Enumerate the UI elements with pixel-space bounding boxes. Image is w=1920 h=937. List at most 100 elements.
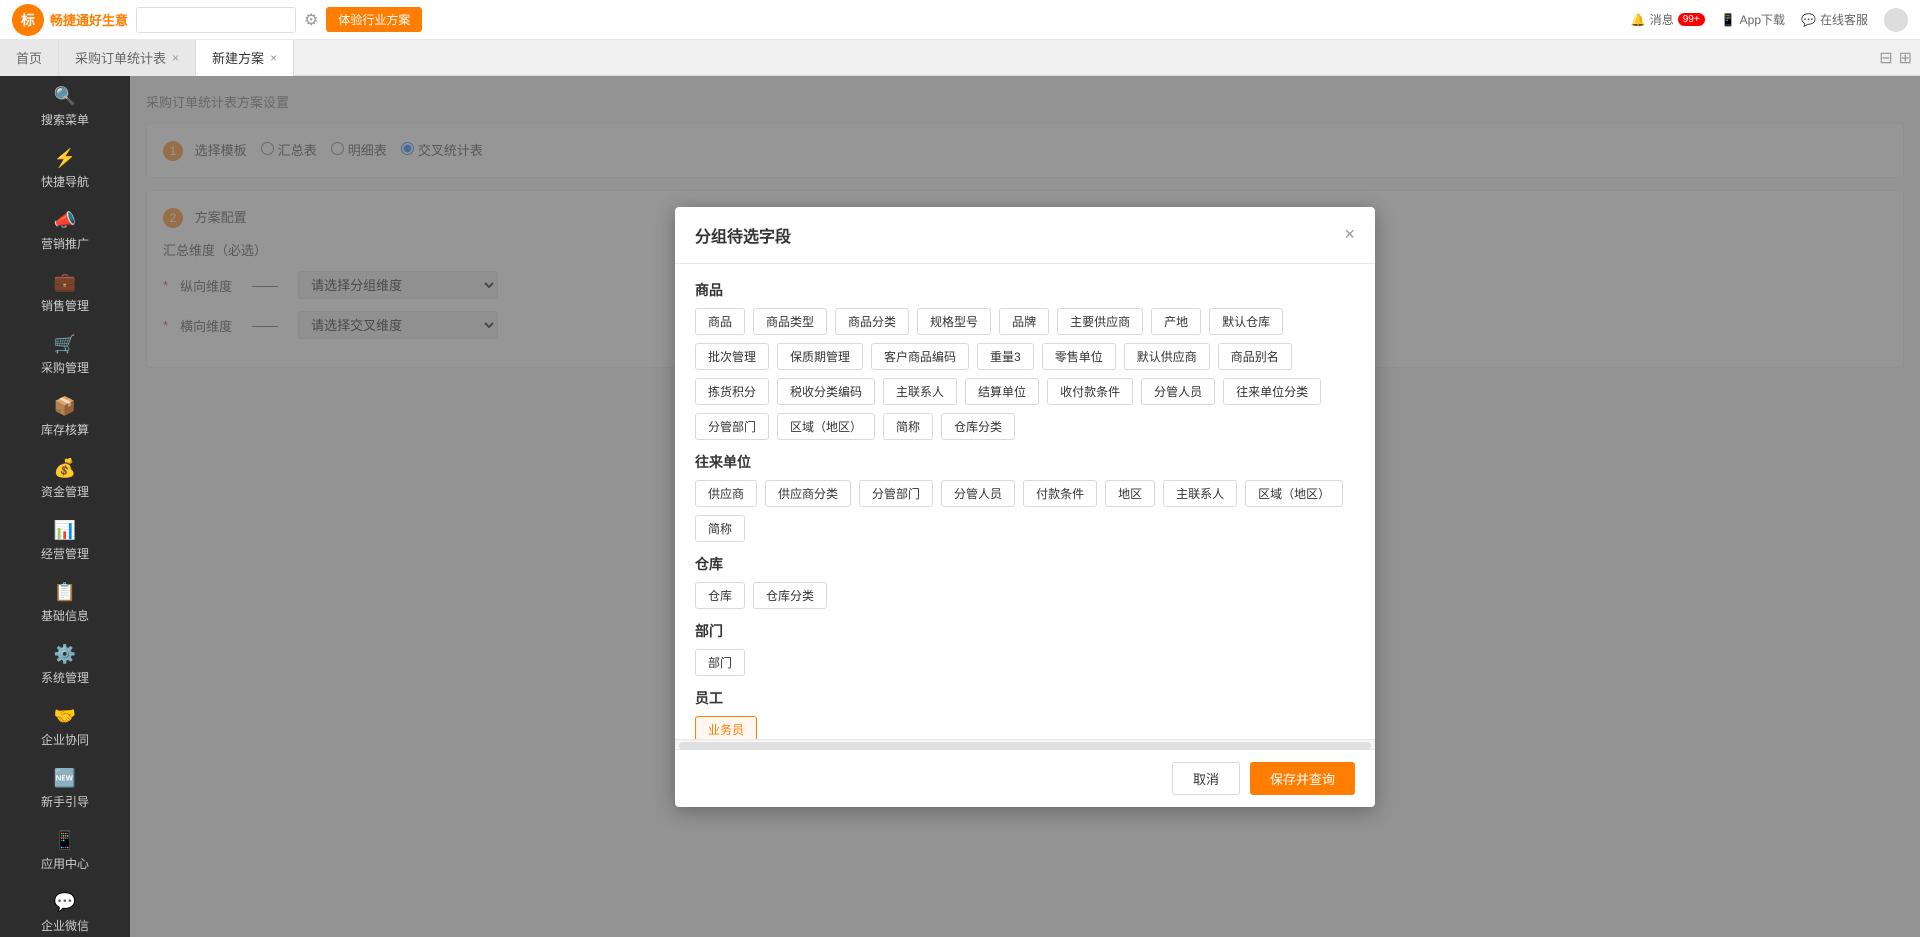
guide-icon: 🆕 (54, 768, 76, 789)
message-item[interactable]: 🔔 消息 99+ (1631, 11, 1705, 28)
section-title-partner: 往来单位 (695, 452, 1355, 472)
sidebar-item-search[interactable]: 🔍 搜索菜单 (0, 76, 130, 138)
service-icon: 💬 (1801, 13, 1816, 27)
tab-collapse-icon[interactable]: ⊟ (1879, 48, 1892, 68)
sidebar-item-app-center[interactable]: 📱 应用中心 (0, 820, 130, 882)
field-tag[interactable]: 供应商分类 (765, 480, 851, 507)
field-tag[interactable]: 重量3 (977, 343, 1034, 370)
tab-purchase-close-icon[interactable]: × (172, 51, 179, 65)
fields-grid-product: 商品 商品类型 商品分类 规格型号 品牌 主要供应商 产地 默认仓库 批次管理 … (695, 308, 1355, 440)
sidebar-item-management[interactable]: 📊 经营管理 (0, 510, 130, 572)
sidebar-label-marketing: 营销推广 (41, 235, 89, 252)
section-title-dept: 部门 (695, 621, 1355, 641)
field-tag-salesman[interactable]: 业务员 (695, 716, 757, 740)
sidebar-label-app-center: 应用中心 (41, 855, 89, 872)
wechat-icon: 💬 (54, 892, 76, 913)
field-tag[interactable]: 简称 (883, 413, 933, 440)
dialog-cancel-button[interactable]: 取消 (1172, 762, 1240, 795)
sidebar-label-quick-nav: 快捷导航 (41, 173, 89, 190)
sidebar-item-inventory[interactable]: 📦 库存核算 (0, 386, 130, 448)
field-tag[interactable]: 分管人员 (941, 480, 1015, 507)
field-tag[interactable]: 批次管理 (695, 343, 769, 370)
sidebar-item-enterprise[interactable]: 🤝 企业协同 (0, 696, 130, 758)
field-tag[interactable]: 往来单位分类 (1223, 378, 1321, 405)
user-avatar[interactable] (1884, 8, 1908, 32)
management-icon: 📊 (54, 520, 76, 541)
field-tag[interactable]: 仓库 (695, 582, 745, 609)
field-tag[interactable]: 零售单位 (1042, 343, 1116, 370)
field-tag[interactable]: 供应商 (695, 480, 757, 507)
experience-btn[interactable]: 体验行业方案 (326, 7, 422, 32)
field-tag[interactable]: 商品类型 (753, 308, 827, 335)
topbar-right: 🔔 消息 99+ 📱 App下载 💬 在线客服 (1631, 8, 1908, 32)
dialog-title: 分组待选字段 (695, 223, 791, 247)
field-tag[interactable]: 区域（地区） (777, 413, 875, 440)
sidebar-label-basic-info: 基础信息 (41, 607, 89, 624)
sidebar-label-purchase: 采购管理 (41, 359, 89, 376)
dialog-confirm-button[interactable]: 保存并查询 (1250, 762, 1355, 795)
topbar-left: 标 畅捷通好生意 ⚙ 体验行业方案 (12, 4, 422, 36)
field-tag[interactable]: 拣货积分 (695, 378, 769, 405)
sidebar-item-basic-info[interactable]: 📋 基础信息 (0, 572, 130, 634)
sidebar-item-sales[interactable]: 💼 销售管理 (0, 262, 130, 324)
field-tag[interactable]: 仓库分类 (753, 582, 827, 609)
dialog-close-icon[interactable]: × (1344, 224, 1355, 245)
main-layout: 🔍 搜索菜单 ⚡ 快捷导航 📣 营销推广 💼 销售管理 🛒 采购管理 📦 库存核… (0, 76, 1920, 937)
tab-home[interactable]: 首页 (0, 40, 59, 76)
sidebar-item-marketing[interactable]: 📣 营销推广 (0, 200, 130, 262)
field-tag[interactable]: 付款条件 (1023, 480, 1097, 507)
field-tag[interactable]: 保质期管理 (777, 343, 863, 370)
sidebar-item-quick-nav[interactable]: ⚡ 快捷导航 (0, 138, 130, 200)
tab-purchase-stats[interactable]: 采购订单统计表 × (59, 40, 196, 76)
field-tag[interactable]: 分管部门 (695, 413, 769, 440)
field-tag[interactable]: 默认供应商 (1124, 343, 1210, 370)
field-tag[interactable]: 仓库分类 (941, 413, 1015, 440)
field-tag[interactable]: 收付款条件 (1047, 378, 1133, 405)
field-tag[interactable]: 商品分类 (835, 308, 909, 335)
dialog-hscroll (675, 739, 1375, 748)
field-tag[interactable]: 分管部门 (859, 480, 933, 507)
sidebar-item-system[interactable]: ⚙️ 系统管理 (0, 634, 130, 696)
message-label: 消息 (1650, 11, 1674, 28)
logo: 标 畅捷通好生意 (12, 4, 128, 36)
field-tag[interactable]: 品牌 (999, 308, 1049, 335)
dialog-header: 分组待选字段 × (675, 207, 1375, 264)
fields-grid-warehouse: 仓库 仓库分类 (695, 582, 1355, 609)
field-tag[interactable]: 主联系人 (1163, 480, 1237, 507)
field-tag[interactable]: 主要供应商 (1057, 308, 1143, 335)
tab-new-plan-close-icon[interactable]: × (270, 51, 277, 65)
field-tag[interactable]: 结算单位 (965, 378, 1039, 405)
field-tag[interactable]: 分管人员 (1141, 378, 1215, 405)
topbar-search-input[interactable] (136, 7, 296, 33)
field-tag[interactable]: 商品 (695, 308, 745, 335)
field-tag[interactable]: 默认仓库 (1209, 308, 1283, 335)
sidebar-label-guide: 新手引导 (41, 793, 89, 810)
field-tag[interactable]: 区域（地区） (1245, 480, 1343, 507)
field-tag[interactable]: 税收分类编码 (777, 378, 875, 405)
field-tag[interactable]: 产地 (1151, 308, 1201, 335)
app-download-item[interactable]: 📱 App下载 (1721, 11, 1785, 28)
tab-expand-icon[interactable]: ⊞ (1899, 48, 1912, 68)
field-tag[interactable]: 主联系人 (883, 378, 957, 405)
logo-text: 畅捷通好生意 (50, 10, 128, 29)
purchase-icon: 🛒 (54, 334, 76, 355)
app-center-icon: 📱 (54, 830, 76, 851)
field-tag[interactable]: 客户商品编码 (871, 343, 969, 370)
field-tag[interactable]: 地区 (1105, 480, 1155, 507)
sidebar-item-purchase[interactable]: 🛒 采购管理 (0, 324, 130, 386)
field-tag[interactable]: 规格型号 (917, 308, 991, 335)
sidebar-item-finance[interactable]: 💰 资金管理 (0, 448, 130, 510)
field-tag[interactable]: 部门 (695, 649, 745, 676)
field-tag[interactable]: 简称 (695, 515, 745, 542)
tab-new-plan[interactable]: 新建方案 × (196, 40, 294, 76)
inventory-icon: 📦 (54, 396, 76, 417)
app-icon: 📱 (1721, 13, 1736, 27)
sidebar-item-guide[interactable]: 🆕 新手引导 (0, 758, 130, 820)
sidebar-label-enterprise: 企业协同 (41, 731, 89, 748)
sidebar-item-wechat[interactable]: 💬 企业微信 (0, 882, 130, 937)
bell-icon: 🔔 (1631, 13, 1646, 27)
gear-icon[interactable]: ⚙ (304, 10, 318, 30)
field-tag[interactable]: 商品别名 (1218, 343, 1292, 370)
sidebar-label-finance: 资金管理 (41, 483, 89, 500)
online-service-item[interactable]: 💬 在线客服 (1801, 11, 1868, 28)
